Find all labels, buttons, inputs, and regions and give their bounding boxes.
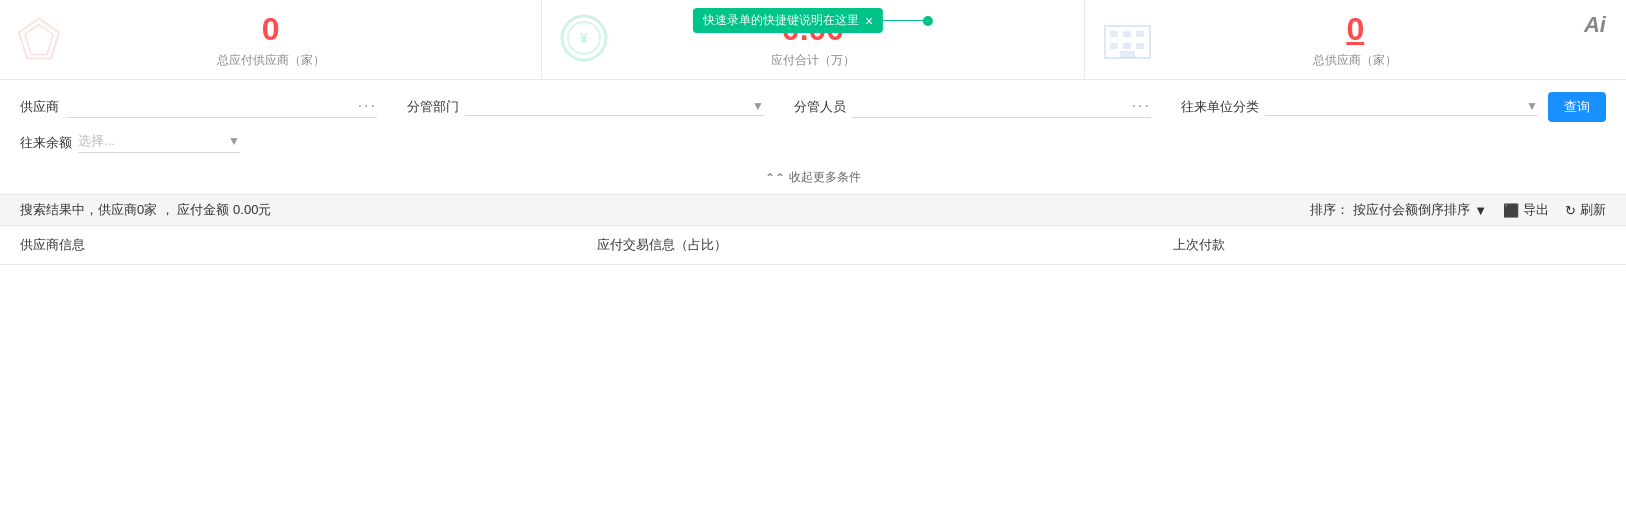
supplier-input[interactable] (66, 98, 354, 113)
svg-rect-8 (1136, 31, 1144, 37)
collapse-button[interactable]: ⌃⌃ 收起更多条件 (765, 169, 861, 186)
export-button[interactable]: ⬛ 导出 (1503, 201, 1549, 219)
filter-label-person: 分管人员 (794, 98, 846, 116)
building-icon (1100, 16, 1155, 64)
stat-total-suppliers: 0 总供应商（家） Ai (1085, 0, 1626, 79)
results-amount: 应付金额 0.00元 (177, 202, 271, 217)
filter-label-unit-category: 往来单位分类 (1181, 98, 1259, 116)
th-transaction-info: 应付交易信息（占比） (597, 236, 1174, 254)
collapse-up-icon: ⌃⌃ (765, 171, 785, 185)
th-last-payment: 上次付款 (1173, 236, 1606, 254)
filter-label-supplier: 供应商 (20, 98, 60, 116)
refresh-label: 刷新 (1580, 201, 1606, 219)
unit-category-chevron-icon: ▼ (1526, 99, 1538, 113)
person-dots-btn[interactable]: ··· (1132, 97, 1151, 115)
svg-rect-9 (1110, 43, 1118, 49)
stat-number-payable: 0 (262, 10, 280, 48)
query-button[interactable]: 查询 (1548, 92, 1606, 122)
results-actions: 排序： 按应付会额倒序排序 ▼ ⬛ 导出 ↻ 刷新 (1310, 201, 1606, 219)
export-icon: ⬛ (1503, 203, 1519, 218)
diamond-icon (15, 14, 63, 65)
sort-chevron-icon: ▼ (1474, 203, 1487, 218)
filter-dept: 分管部门 ▼ (407, 98, 764, 116)
filter-section: 供应商 ··· 分管部门 ▼ 分管人员 ··· 往来单位分 (0, 80, 1626, 195)
export-label: 导出 (1523, 201, 1549, 219)
table-header: 供应商信息 应付交易信息（占比） 上次付款 (0, 226, 1626, 265)
results-separator: ， (161, 202, 174, 217)
results-bar: 搜索结果中，供应商0家 ， 应付金额 0.00元 排序： 按应付会额倒序排序 ▼… (0, 195, 1626, 226)
balance-placeholder: 选择... (78, 132, 228, 150)
collapse-bar: ⌃⌃ 收起更多条件 (20, 163, 1606, 194)
svg-rect-10 (1123, 43, 1131, 49)
supplier-input-wrap: ··· (66, 97, 377, 118)
coin-icon: ¥ (557, 11, 612, 69)
svg-rect-12 (1120, 51, 1135, 58)
sort-label: 排序： (1310, 201, 1349, 219)
filter-label-balance: 往来余额 (20, 134, 72, 152)
tooltip-text: 快速录单的快捷键说明在这里 (703, 12, 859, 29)
svg-rect-7 (1123, 31, 1131, 37)
filter-row-1: 供应商 ··· 分管部门 ▼ 分管人员 ··· 往来单位分 (20, 92, 1606, 122)
stat-payable-total: ¥ 0.00 应付合计（万） 快速录单的快捷键说明在这里 × (542, 0, 1084, 79)
tooltip-container: 快速录单的快捷键说明在这里 × (693, 8, 933, 33)
stat-number-suppliers: 0 (1346, 10, 1364, 48)
dept-chevron-icon: ▼ (752, 99, 764, 113)
person-input-wrap: ··· (852, 97, 1151, 118)
tooltip-dot (923, 16, 933, 26)
filter-unit-category: 往来单位分类 ▼ (1181, 98, 1538, 116)
ai-badge: Ai (1584, 12, 1606, 38)
sort-selector[interactable]: 排序： 按应付会额倒序排序 ▼ (1310, 201, 1487, 219)
table-body (0, 265, 1626, 515)
tooltip-bubble: 快速录单的快捷键说明在这里 × (693, 8, 883, 33)
filter-row-2: 往来余额 选择... ▼ (20, 132, 1606, 153)
tooltip-close-btn[interactable]: × (865, 14, 873, 28)
stat-total-payable-suppliers: 0 总应付供应商（家） (0, 0, 542, 79)
sort-value: 按应付会额倒序排序 (1353, 201, 1470, 219)
tooltip-line (883, 20, 923, 21)
th-supplier-info: 供应商信息 (20, 236, 597, 254)
stat-label-total: 应付合计（万） (771, 52, 855, 69)
filter-supplier: 供应商 ··· (20, 97, 377, 118)
dept-select-wrap[interactable]: ▼ (465, 99, 764, 116)
stats-bar: 0 总应付供应商（家） ¥ 0.00 应付合计（万） 快速录单的快捷键说明在这里… (0, 0, 1626, 80)
stat-label-payable: 总应付供应商（家） (217, 52, 325, 69)
filter-person: 分管人员 ··· (794, 97, 1151, 118)
refresh-button[interactable]: ↻ 刷新 (1565, 201, 1606, 219)
svg-marker-1 (25, 24, 53, 54)
person-input[interactable] (852, 98, 1128, 113)
refresh-icon: ↻ (1565, 203, 1576, 218)
svg-rect-6 (1110, 31, 1118, 37)
supplier-dots-btn[interactable]: ··· (358, 97, 377, 115)
svg-rect-11 (1136, 43, 1144, 49)
collapse-label: 收起更多条件 (789, 169, 861, 186)
balance-select-wrap[interactable]: 选择... ▼ (78, 132, 240, 153)
unit-category-select-wrap[interactable]: ▼ (1265, 99, 1538, 116)
results-text: 搜索结果中，供应商0家 (20, 202, 157, 217)
stat-label-suppliers: 总供应商（家） (1313, 52, 1397, 69)
results-summary: 搜索结果中，供应商0家 ， 应付金额 0.00元 (20, 201, 271, 219)
balance-chevron-icon: ▼ (228, 134, 240, 148)
svg-text:¥: ¥ (580, 30, 588, 46)
filter-balance: 往来余额 选择... ▼ (20, 132, 240, 153)
filter-label-dept: 分管部门 (407, 98, 459, 116)
